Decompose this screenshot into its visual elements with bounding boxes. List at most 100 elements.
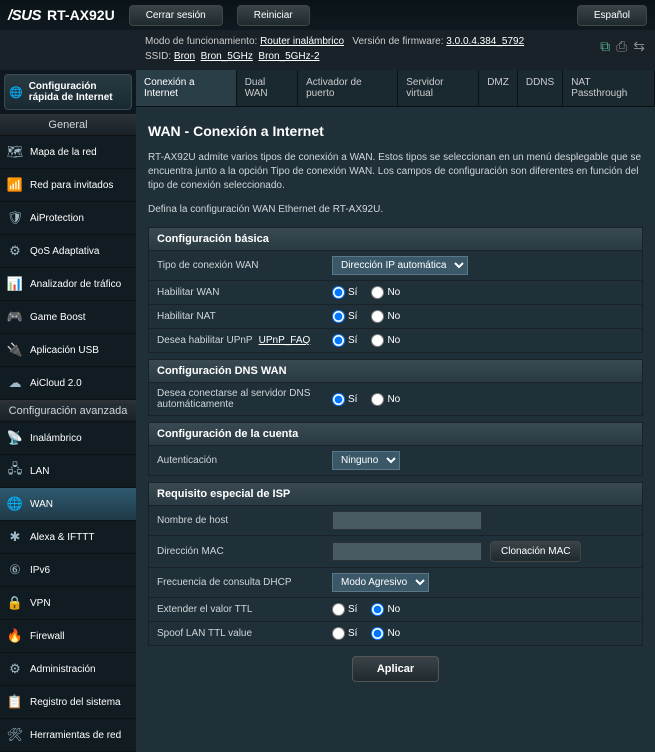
mac-input[interactable] (332, 542, 482, 561)
auth-select[interactable]: Ninguno (332, 451, 400, 470)
nav-label: Herramientas de red (30, 730, 121, 741)
nav-label: WAN (30, 499, 53, 510)
dns-yes[interactable] (332, 393, 345, 406)
usb-icon[interactable]: ⎙ (616, 38, 627, 55)
nav-qos-adaptativa[interactable]: ⚙ QoS Adaptativa (0, 235, 136, 268)
nav-label: QoS Adaptativa (30, 246, 100, 257)
nav-icon: ⚙ (6, 660, 24, 678)
nav-ipv6[interactable]: ⑥ IPv6 (0, 554, 136, 587)
nav-vpn[interactable]: 🔒VPN (0, 587, 136, 620)
enable-wan-no[interactable] (371, 286, 384, 299)
mode-label: Modo de funcionamiento: (145, 36, 257, 47)
tab-dual-wan[interactable]: Dual WAN (237, 70, 298, 106)
link-icon[interactable]: ⇆ (633, 38, 645, 55)
nav-icon: 🎮 (6, 308, 24, 326)
spoof-no[interactable] (371, 627, 384, 640)
network-icon[interactable]: ⧉ (600, 38, 610, 55)
spoof-yes[interactable] (332, 627, 345, 640)
upnp-no[interactable] (371, 334, 384, 347)
nav-label: Alexa & IFTTT (30, 532, 94, 543)
page-title: WAN - Conexión a Internet (148, 123, 643, 139)
tab-conexión-a-internet[interactable]: Conexión a Internet (136, 70, 237, 106)
label-dns-auto: Desea conectarse al servidor DNS automát… (157, 388, 332, 410)
mac-clone-button[interactable]: Clonación MAC (490, 541, 581, 562)
nav-icon: 📋 (6, 693, 24, 711)
group-basic: Configuración básica (148, 227, 643, 251)
nav-lan[interactable]: 🖧LAN (0, 455, 136, 488)
label-enable-wan: Habilitar WAN (157, 287, 332, 298)
ttl-no[interactable] (371, 603, 384, 616)
nav-red-para-invitados[interactable]: 📶 Red para invitados (0, 169, 136, 202)
enable-nat-no[interactable] (371, 310, 384, 323)
language-button[interactable]: Español (577, 5, 647, 26)
nav-icon: ⑥ (6, 561, 24, 579)
tab-activador-de-puerto[interactable]: Activador de puerto (298, 70, 398, 106)
nav-icon: 🛠 (6, 726, 24, 744)
host-input[interactable] (332, 511, 482, 530)
tab-nat-passthrough[interactable]: NAT Passthrough (563, 70, 655, 106)
tab-servidor-virtual[interactable]: Servidor virtual (398, 70, 479, 106)
nav-label: Administración (30, 664, 96, 675)
ssid-2[interactable]: Bron_5GHz (201, 51, 253, 62)
nav-icon: ☁ (6, 374, 24, 392)
nav-administración[interactable]: ⚙ Administración (0, 653, 136, 686)
nav-inalámbrico[interactable]: 📡Inalámbrico (0, 422, 136, 455)
mode-link[interactable]: Router inalámbrico (260, 36, 344, 47)
nav-mapa-de-la-red[interactable]: 🗺Mapa de la red (0, 136, 136, 169)
page-desc-2: Defina la configuración WAN Ethernet de … (148, 203, 643, 217)
nav-label: Firewall (30, 631, 64, 642)
brand-logo: /SUS (8, 7, 41, 24)
nav-wan[interactable]: 🌐 WAN (0, 488, 136, 521)
nav-icon: 📊 (6, 275, 24, 293)
ssid-label: SSID: (145, 51, 171, 62)
nav-icon: ⚙ (6, 242, 24, 260)
nav-label: Aplicación USB (30, 345, 99, 356)
nav-alexa-ifttt[interactable]: ✱ Alexa & IFTTT (0, 521, 136, 554)
nav-icon: ✱ (6, 528, 24, 546)
nav-analizador-de-tráfico[interactable]: 📊Analizador de tráfico (0, 268, 136, 301)
group-dns: Configuración DNS WAN (148, 359, 643, 383)
nav-label: Mapa de la red (30, 147, 97, 158)
nav-firewall[interactable]: 🔥Firewall (0, 620, 136, 653)
upnp-yes[interactable] (332, 334, 345, 347)
ttl-yes[interactable] (332, 603, 345, 616)
label-upnp: Desea habilitar UPnP (157, 335, 253, 346)
nav-icon: 🛡 (6, 209, 24, 227)
quick-internet-setup[interactable]: 🌐 Configuración rápida de Internet (4, 74, 132, 110)
reboot-button[interactable]: Reiniciar (237, 5, 310, 26)
nav-aiprotection[interactable]: 🛡AiProtection (0, 202, 136, 235)
enable-nat-yes[interactable] (332, 310, 345, 323)
nav-icon: 🌐 (6, 495, 24, 513)
nav-game-boost[interactable]: 🎮 Game Boost (0, 301, 136, 334)
enable-wan-yes[interactable] (332, 286, 345, 299)
nav-icon: 🔌 (6, 341, 24, 359)
tab-ddns[interactable]: DDNS (518, 70, 563, 106)
nav-aplicación-usb[interactable]: 🔌 Aplicación USB (0, 334, 136, 367)
link-upnp-faq[interactable]: UPnP_FAQ (259, 335, 311, 346)
nav-label: IPv6 (30, 565, 50, 576)
nav-label: Game Boost (30, 312, 86, 323)
label-enable-nat: Habilitar NAT (157, 311, 332, 322)
fw-link[interactable]: 3.0.0.4.384_5792 (446, 36, 524, 47)
info-bar: Modo de funcionamiento: Router inalámbri… (0, 30, 655, 70)
nav-registro-del-sistema[interactable]: 📋 Registro del sistema (0, 686, 136, 719)
globe-icon: 🌐 (9, 83, 23, 101)
label-auth: Autenticación (157, 455, 332, 466)
ssid-1[interactable]: Bron (174, 51, 195, 62)
label-host: Nombre de host (157, 515, 332, 526)
wan-type-select[interactable]: Dirección IP automática (332, 256, 468, 275)
dhcp-select[interactable]: Modo Agresivo (332, 573, 429, 592)
nav-icon: 📶 (6, 176, 24, 194)
nav-aicloud-2.0[interactable]: ☁ AiCloud 2.0 (0, 367, 136, 400)
tab-dmz[interactable]: DMZ (479, 70, 518, 106)
nav-label: AiCloud 2.0 (30, 378, 82, 389)
ssid-3[interactable]: Bron_5GHz-2 (258, 51, 319, 62)
nav-label: Red para invitados (30, 180, 113, 191)
label-dhcp: Frecuencia de consulta DHCP (157, 577, 332, 588)
label-wan-type: Tipo de conexión WAN (157, 260, 332, 271)
nav-label: Registro del sistema (30, 697, 121, 708)
logout-button[interactable]: Cerrar sesión (129, 5, 223, 26)
dns-no[interactable] (371, 393, 384, 406)
nav-herramientas-de-red[interactable]: 🛠 Herramientas de red (0, 719, 136, 752)
apply-button[interactable]: Aplicar (352, 656, 439, 682)
